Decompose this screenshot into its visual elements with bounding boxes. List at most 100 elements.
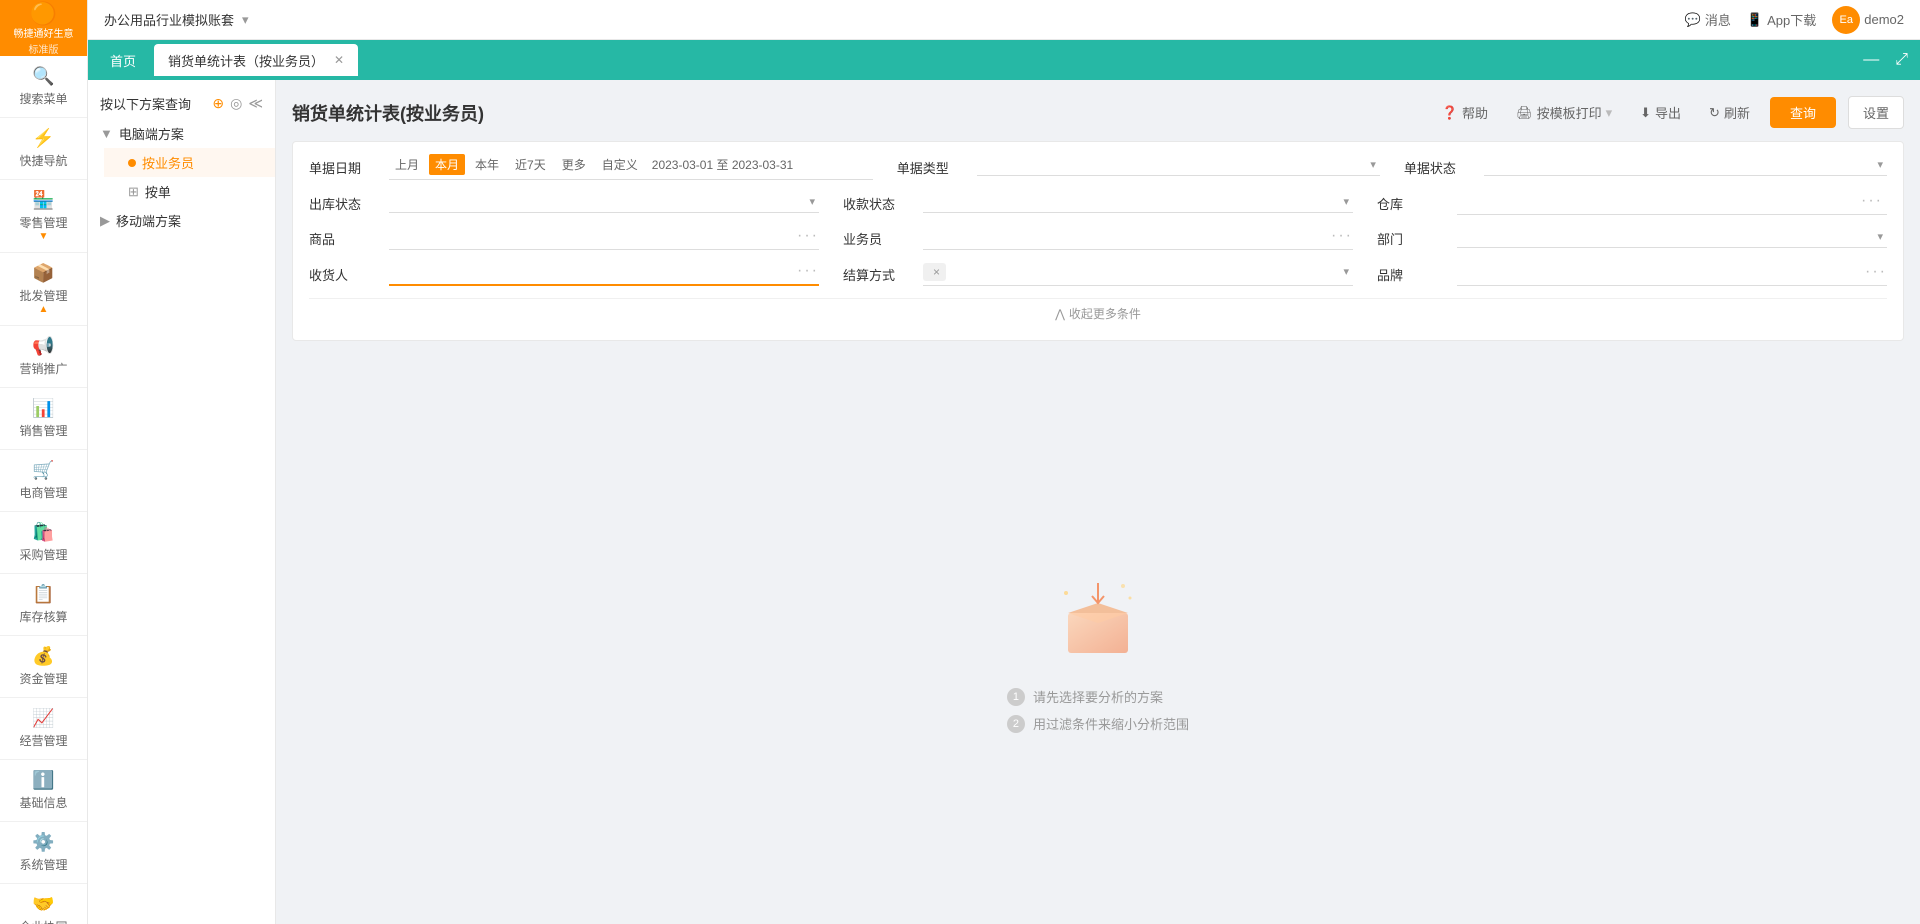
tab-maximize-btn[interactable]: ⤢ [1891,47,1912,73]
edit-scheme-btn[interactable]: ◎ [230,95,242,112]
sidebar-item-inventory[interactable]: 📋 库存核算 [0,574,87,636]
sidebar-item-sales[interactable]: 📊 销售管理 [0,388,87,450]
tip-text-1: 请先选择要分析的方案 [1033,687,1163,706]
sidebar-item-marketing[interactable]: 📢 营销推广 [0,326,87,388]
doc-status-control[interactable]: ▾ [1484,158,1887,176]
refresh-btn[interactable]: ↻ 刷新 [1701,99,1758,126]
product-control[interactable]: ··· [389,227,819,250]
stock-status-select[interactable]: ▾ [389,195,819,208]
app-icon: 📱 [1747,12,1763,28]
tab-minimize-btn[interactable]: — [1859,47,1883,73]
export-btn[interactable]: ⬇ 导出 [1632,99,1689,126]
breadcrumb-dropdown-icon[interactable]: ▾ [242,12,249,28]
tag-close-btn[interactable]: × [933,265,940,279]
warehouse-dots[interactable]: ··· [1861,192,1883,210]
logo-sub: 标准版 [29,41,59,56]
payment-method-select[interactable]: × ▾ [923,263,1353,281]
payment-method-control[interactable]: × ▾ [923,263,1353,286]
sidebar-basic-label: 基础信息 [19,794,67,811]
user-area[interactable]: Ea demo2 [1832,6,1904,34]
brand-dots[interactable]: ··· [1865,263,1887,281]
sidebar-retail-label: 零售管理 [19,214,67,231]
receiver-input[interactable] [389,264,789,279]
tip-text-2: 用过滤条件来缩小分析范围 [1033,714,1189,733]
product-dots[interactable]: ··· [797,227,819,245]
brand-input[interactable] [1457,264,1857,279]
page-title-bar: 销货单统计表(按业务员) ❓ 帮助 🖨 按模板打印 ▾ ⬇ 导出 [292,96,1904,129]
date-tab-custom[interactable]: 自定义 [596,154,644,175]
receiver-dots[interactable]: ··· [797,262,819,280]
warehouse-control[interactable]: ··· [1457,192,1887,215]
retail-arrow: ▼ [39,231,49,242]
dept-select[interactable]: ▾ [1457,230,1887,243]
settings-button[interactable]: 设置 [1848,96,1904,129]
collapse-panel-btn[interactable]: ≪ [248,95,263,112]
payment-method-tag: × [923,263,946,281]
date-tab-more[interactable]: 更多 [556,154,592,175]
help-btn[interactable]: ❓ 帮助 [1434,99,1496,126]
purchase-icon: 🛍️ [32,522,54,543]
tab-home[interactable]: 首页 [96,51,150,70]
salesperson-dots[interactable]: ··· [1331,227,1353,245]
add-scheme-btn[interactable]: ⊕ [212,95,224,112]
date-tab-last-month[interactable]: 上月 [389,154,425,175]
print-btn[interactable]: 🖨 按模板打印 ▾ [1508,99,1620,126]
doc-status-arrow: ▾ [1877,158,1883,171]
sidebar-item-retail[interactable]: 🏪 零售管理 ▼ [0,180,87,253]
wholesale-icon: 📦 [32,263,54,284]
tree-dot-icon [128,159,136,167]
sidebar-item-search[interactable]: 🔍 搜索菜单 [0,56,87,118]
sidebar-item-system[interactable]: ⚙️ 系统管理 [0,822,87,884]
doc-status-select[interactable]: ▾ [1484,158,1887,171]
brand-control[interactable]: ··· [1457,263,1887,286]
tree-grid-icon: ⊞ [128,184,139,200]
sidebar-inventory-label: 库存核算 [19,608,67,625]
payment-method-label: 结算方式 [843,265,923,284]
date-tab-this-month[interactable]: 本月 [429,154,465,175]
date-tab-this-year[interactable]: 本年 [469,154,505,175]
sidebar-item-operation[interactable]: 📈 经营管理 [0,698,87,760]
dept-label: 部门 [1377,229,1457,248]
tab-sales-stats[interactable]: 销货单统计表（按业务员） ✕ [154,44,358,76]
sidebar-item-cooperation[interactable]: 🤝 企业协同 [0,884,87,924]
payment-status-label: 收款状态 [843,194,923,213]
logo-icon: 🟠 [30,1,57,27]
sidebar-item-finance[interactable]: 💰 资金管理 [0,636,87,698]
left-panel: 按以下方案查询 ⊕ ◎ ≪ ▼ 电脑端方案 按业务员 ⊞ 按单 [88,80,276,924]
tree-pc-group[interactable]: ▼ 电脑端方案 [88,119,275,148]
payment-status-control[interactable]: ▾ [923,195,1353,213]
sidebar-item-basic[interactable]: ℹ️ 基础信息 [0,760,87,822]
tab-close-btn[interactable]: ✕ [334,53,344,67]
sidebar-item-wholesale[interactable]: 📦 批发管理 ▲ [0,253,87,326]
app-download-btn[interactable]: 📱 App下载 [1747,10,1816,29]
salesperson-control[interactable]: ··· [923,227,1353,250]
warehouse-label: 仓库 [1377,194,1457,213]
dept-control[interactable]: ▾ [1457,230,1887,248]
finance-icon: 💰 [32,646,54,667]
tree-item-order[interactable]: ⊞ 按单 [104,177,275,206]
right-content: 销货单统计表(按业务员) ❓ 帮助 🖨 按模板打印 ▾ ⬇ 导出 [276,80,1920,924]
stock-status-control[interactable]: ▾ [389,195,819,213]
msg-btn[interactable]: 💬 消息 [1685,10,1731,29]
sidebar-item-ecommerce[interactable]: 🛒 电商管理 [0,450,87,512]
app-label: App下载 [1767,10,1816,29]
query-button[interactable]: 查询 [1770,97,1836,128]
doc-type-control[interactable]: ▾ [977,158,1380,176]
tree-item-salesperson[interactable]: 按业务员 [104,148,275,177]
payment-status-select[interactable]: ▾ [923,195,1353,208]
product-input[interactable] [389,229,789,244]
sidebar-item-shortcut[interactable]: ⚡ 快捷导航 [0,118,87,180]
system-icon: ⚙️ [32,832,54,853]
warehouse-select[interactable]: ··· [1457,192,1887,210]
date-tab-7days[interactable]: 近7天 [509,154,552,175]
salesperson-input[interactable] [923,229,1323,244]
doc-type-select[interactable]: ▾ [977,158,1380,171]
tree-mobile-group[interactable]: ▶ 移动端方案 [88,206,275,235]
filter-row-2: 出库状态 ▾ 收款状态 ▾ 仓库 [309,192,1887,215]
app-logo: 🟠 畅捷通好生意 标准版 [0,0,87,56]
sidebar-item-purchase[interactable]: 🛍️ 采购管理 [0,512,87,574]
help-label: 帮助 [1462,103,1488,122]
product-label: 商品 [309,229,389,248]
receiver-control[interactable]: ··· [389,262,819,286]
collapse-btn[interactable]: ⋀ 收起更多条件 [309,298,1887,328]
